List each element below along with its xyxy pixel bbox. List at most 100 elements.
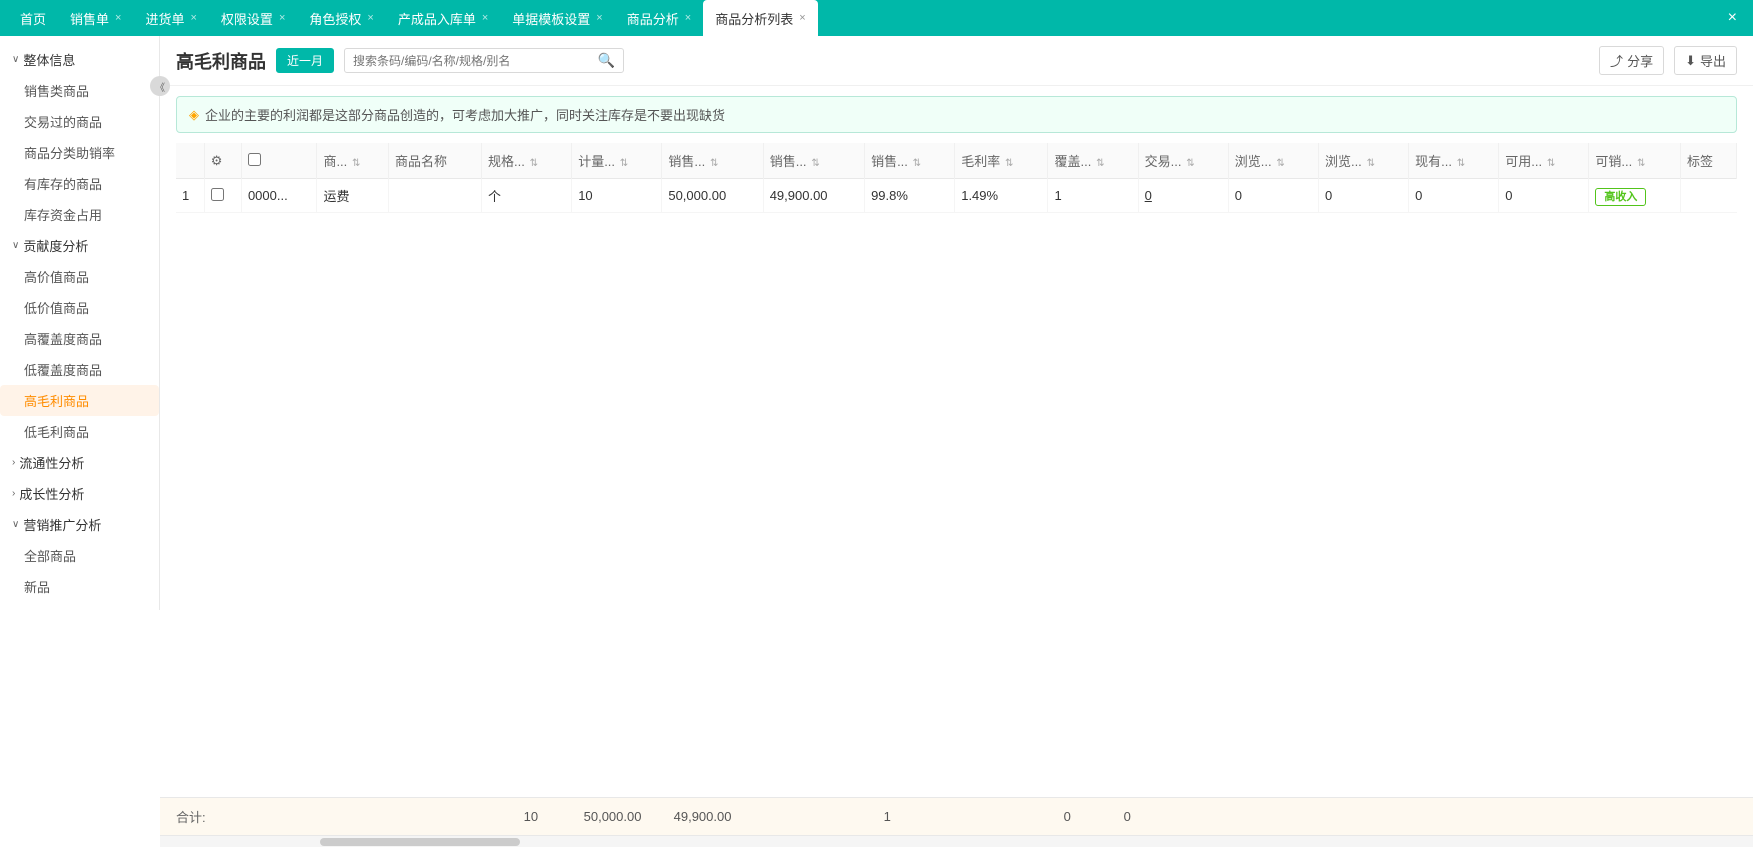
sort-icon-coverage[interactable]: ⇅ xyxy=(1093,158,1104,169)
nav-item-权限设置[interactable]: 权限设置× xyxy=(209,0,297,36)
nav-close-销售单[interactable]: × xyxy=(115,12,121,24)
row-checkbox[interactable] xyxy=(211,188,224,201)
share-icon: ⤴ xyxy=(1610,51,1623,70)
sidebar-item-低价值商品[interactable]: 低价值商品 xyxy=(0,292,159,323)
col-saleableStock[interactable]: 可销... ⇅ xyxy=(1589,143,1681,179)
sidebar-item-高覆盖度商品[interactable]: 高覆盖度商品 xyxy=(0,323,159,354)
arrow-icon: › xyxy=(12,488,15,499)
col-grossMargin[interactable]: 毛利率 ⇅ xyxy=(955,143,1048,179)
filter-month-button[interactable]: 近一月 xyxy=(276,48,334,73)
sidebar-item-交易过的商品[interactable]: 交易过的商品 xyxy=(0,106,159,137)
search-input[interactable] xyxy=(353,54,592,68)
footer-sales-amt: 50,000.00 xyxy=(578,809,668,824)
sidebar-collapse-button[interactable]: 《 xyxy=(150,76,170,96)
nav-item-角色授权[interactable]: 角色授权× xyxy=(297,0,385,36)
nav-item-商品分析[interactable]: 商品分析× xyxy=(615,0,703,36)
cell-unit: 个 xyxy=(482,179,572,213)
col-code[interactable]: 商... ⇅ xyxy=(317,143,389,179)
footer-sales-cost: 49,900.00 xyxy=(668,809,758,824)
nav-close-角色授权[interactable]: × xyxy=(367,12,373,24)
nav-close-商品分析列表[interactable]: × xyxy=(799,12,805,24)
sidebar-section-整体信息[interactable]: ∨整体信息 xyxy=(0,44,159,75)
scrollbar-thumb[interactable] xyxy=(320,838,520,846)
sidebar-item-有库存的商品[interactable]: 有库存的商品 xyxy=(0,168,159,199)
search-icon[interactable]: 🔍 xyxy=(598,52,615,69)
cell-tag: 高收入 xyxy=(1589,179,1681,213)
footer-avail-stock: 0 xyxy=(1118,809,1178,824)
col-salesAmt[interactable]: 销售... ⇅ xyxy=(763,143,864,179)
sort-icon-txCount[interactable]: ⇅ xyxy=(1183,158,1194,169)
sidebar-item-低覆盖度商品[interactable]: 低覆盖度商品 xyxy=(0,354,159,385)
sort-icon-salesCost[interactable]: ⇅ xyxy=(910,158,921,169)
search-box: 🔍 xyxy=(344,48,624,73)
col-currentStock[interactable]: 现有... ⇅ xyxy=(1409,143,1499,179)
close-app-button[interactable]: × xyxy=(1720,9,1745,27)
cell-seq: 1 xyxy=(176,179,204,213)
sort-icon-spec[interactable]: ⇅ xyxy=(527,158,538,169)
view-count-link[interactable]: 0 xyxy=(1145,188,1152,203)
sidebar-item-低毛利商品[interactable]: 低毛利商品 xyxy=(0,416,159,447)
export-button[interactable]: ⬇ 导出 xyxy=(1674,46,1737,75)
col-salesCost[interactable]: 销售... ⇅ xyxy=(865,143,955,179)
sidebar-item-新品[interactable]: 新品 xyxy=(0,571,159,602)
col-viewCount1[interactable]: 浏览... ⇅ xyxy=(1228,143,1318,179)
share-button[interactable]: ⤴ 分享 xyxy=(1599,46,1664,75)
col-tag[interactable]: 标签 xyxy=(1681,143,1737,179)
nav-close-商品分析[interactable]: × xyxy=(685,12,691,24)
nav-item-进货单[interactable]: 进货单× xyxy=(133,0,208,36)
col-name[interactable]: 商品名称 xyxy=(389,143,482,179)
col-salesCount[interactable]: 销售... ⇅ xyxy=(662,143,763,179)
sort-icon-availStock[interactable]: ⇅ xyxy=(1544,158,1555,169)
sort-icon-code[interactable]: ⇅ xyxy=(349,158,360,169)
nav-close-权限设置[interactable]: × xyxy=(279,12,285,24)
horizontal-scrollbar[interactable] xyxy=(160,835,1753,847)
nav-item-首页[interactable]: 首页 xyxy=(8,0,58,36)
cell-spec xyxy=(389,179,482,213)
sidebar-item-商品分类助销率[interactable]: 商品分类助销率 xyxy=(0,137,159,168)
sort-icon-viewCount2[interactable]: ⇅ xyxy=(1364,158,1375,169)
nav-item-单据模板设置[interactable]: 单据模板设置× xyxy=(500,0,614,36)
col-coverage[interactable]: 覆盖... ⇅ xyxy=(1048,143,1138,179)
col-checkbox[interactable] xyxy=(241,143,317,179)
sort-icon-grossMargin[interactable]: ⇅ xyxy=(1002,158,1013,169)
col-seq xyxy=(176,143,204,179)
sidebar-section-成长性分析[interactable]: ›成长性分析 xyxy=(0,478,159,509)
sort-icon-viewCount1[interactable]: ⇅ xyxy=(1274,158,1285,169)
sidebar-section-贡献度分析[interactable]: ∨贡献度分析 xyxy=(0,230,159,261)
sort-icon-unit[interactable]: ⇅ xyxy=(617,158,628,169)
cell-name: 运费 xyxy=(317,179,389,213)
sidebar-section-label: 流通性分析 xyxy=(19,453,84,472)
nav-item-销售单[interactable]: 销售单× xyxy=(58,0,133,36)
sidebar-item-全部商品[interactable]: 全部商品 xyxy=(0,540,159,571)
col-availStock[interactable]: 可用... ⇅ xyxy=(1499,143,1589,179)
cell-viewCount2: 0 xyxy=(1228,179,1318,213)
sidebar-item-高价值商品[interactable]: 高价值商品 xyxy=(0,261,159,292)
nav-item-产成品入库单[interactable]: 产成品入库单× xyxy=(386,0,500,36)
nav-close-进货单[interactable]: × xyxy=(190,12,196,24)
sidebar-section-label: 贡献度分析 xyxy=(23,236,88,255)
sort-icon-currentStock[interactable]: ⇅ xyxy=(1454,158,1465,169)
sort-icon-salesAmt[interactable]: ⇅ xyxy=(809,158,820,169)
col-settings[interactable]: ⚙ xyxy=(204,143,241,179)
sidebar-section-流通性分析[interactable]: ›流通性分析 xyxy=(0,447,159,478)
col-viewCount2[interactable]: 浏览... ⇅ xyxy=(1318,143,1408,179)
col-unit[interactable]: 计量... ⇅ xyxy=(572,143,662,179)
sidebar-section-营销推广分析[interactable]: ∨营销推广分析 xyxy=(0,509,159,540)
nav-close-单据模板设置[interactable]: × xyxy=(596,12,602,24)
arrow-icon: ∨ xyxy=(12,519,19,530)
sort-icon-salesCount[interactable]: ⇅ xyxy=(707,158,718,169)
nav-item-商品分析列表[interactable]: 商品分析列表× xyxy=(703,0,817,36)
nav-close-产成品入库单[interactable]: × xyxy=(482,12,488,24)
col-txCount[interactable]: 交易... ⇅ xyxy=(1138,143,1228,179)
sidebar-item-销售类商品[interactable]: 销售类商品 xyxy=(0,75,159,106)
sort-icon-saleableStock[interactable]: ⇅ xyxy=(1634,158,1645,169)
cell-checkbox[interactable] xyxy=(204,179,241,213)
sidebar-item-库存资金占用[interactable]: 库存资金占用 xyxy=(0,199,159,230)
table-area: ⚙商... ⇅商品名称规格... ⇅计量... ⇅销售... ⇅销售... ⇅销… xyxy=(160,143,1753,797)
select-all-checkbox[interactable] xyxy=(248,153,261,166)
col-spec[interactable]: 规格... ⇅ xyxy=(482,143,572,179)
sidebar-item-高毛利商品[interactable]: 高毛利商品 xyxy=(0,385,159,416)
cell-grossMargin: 99.8% xyxy=(865,179,955,213)
settings-icon[interactable]: ⚙ xyxy=(211,153,223,168)
table-row: 10000...运费个1050,000.0049,900.0099.8%1.49… xyxy=(176,179,1737,213)
